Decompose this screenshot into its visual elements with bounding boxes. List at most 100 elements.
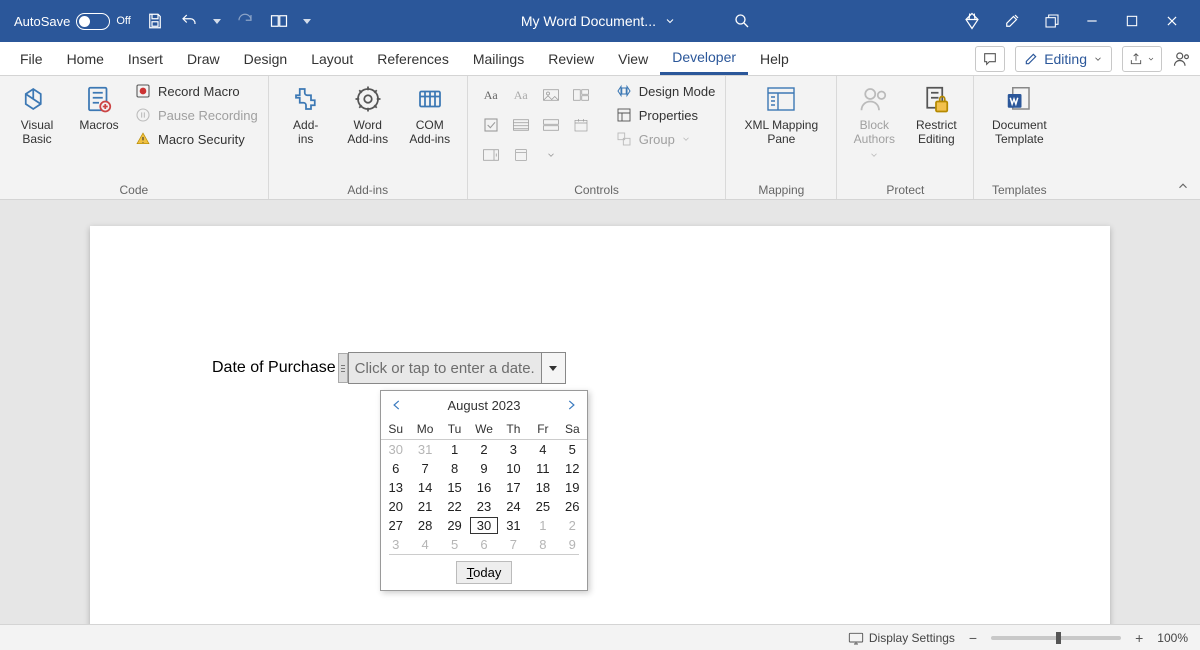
visual-basic-button[interactable]: Visual Basic [10, 80, 64, 147]
redo-icon[interactable] [235, 11, 255, 31]
calendar-day[interactable]: 8 [440, 459, 469, 478]
undo-icon[interactable] [179, 11, 199, 31]
calendar-day[interactable]: 9 [558, 535, 587, 554]
calendar-title[interactable]: August 2023 [447, 398, 520, 413]
calendar-day[interactable]: 6 [381, 459, 410, 478]
calendar-day[interactable]: 7 [410, 459, 439, 478]
save-icon[interactable] [145, 11, 165, 31]
checkbox-cc-icon[interactable] [478, 112, 504, 138]
diamond-icon[interactable] [962, 11, 982, 31]
content-control-handle[interactable] [338, 353, 348, 383]
calendar-day[interactable]: 18 [528, 478, 557, 497]
restore-down-icon[interactable] [1042, 11, 1062, 31]
comments-button[interactable] [975, 46, 1005, 72]
calendar-day[interactable]: 3 [499, 440, 528, 459]
persona-icon[interactable] [1172, 49, 1192, 69]
calendar-day[interactable]: 26 [558, 497, 587, 516]
tab-insert[interactable]: Insert [116, 42, 175, 75]
tab-layout[interactable]: Layout [299, 42, 365, 75]
tab-view[interactable]: View [606, 42, 660, 75]
xml-mapping-pane-button[interactable]: XML Mapping Pane [736, 80, 826, 147]
calendar-day[interactable]: 1 [528, 516, 557, 535]
calendar-day[interactable]: 13 [381, 478, 410, 497]
properties-button[interactable]: Properties [615, 106, 716, 124]
zoom-slider[interactable] [991, 636, 1121, 640]
maximize-icon[interactable] [1122, 11, 1142, 31]
macros-button[interactable]: Macros [72, 80, 126, 133]
zoom-out-button[interactable]: − [969, 630, 977, 646]
repeating-section-cc-icon[interactable] [478, 142, 504, 168]
restrict-editing-button[interactable]: Restrict Editing [909, 80, 963, 147]
calendar-day[interactable]: 22 [440, 497, 469, 516]
calendar-day[interactable]: 9 [469, 459, 498, 478]
calendar-day[interactable]: 4 [410, 535, 439, 554]
tab-mailings[interactable]: Mailings [461, 42, 536, 75]
zoom-level[interactable]: 100% [1157, 631, 1188, 645]
record-macro-button[interactable]: Record Macro [134, 82, 258, 100]
calendar-day[interactable]: 4 [528, 440, 557, 459]
calendar-day[interactable]: 21 [410, 497, 439, 516]
legacy-tools-caret-icon[interactable] [538, 142, 564, 168]
combo-box-cc-icon[interactable] [508, 112, 534, 138]
calendar-day[interactable]: 29 [440, 516, 469, 535]
calendar-day[interactable]: 28 [410, 516, 439, 535]
calendar-day[interactable]: 23 [469, 497, 498, 516]
picture-cc-icon[interactable] [538, 82, 564, 108]
calendar-day[interactable]: 1 [440, 440, 469, 459]
tab-review[interactable]: Review [536, 42, 606, 75]
addins-button[interactable]: Add- ins [279, 80, 333, 147]
quick-access-icon[interactable] [269, 11, 289, 31]
controls-gallery[interactable]: Aa Aa [478, 80, 594, 168]
word-addins-button[interactable]: Word Add-ins [341, 80, 395, 147]
search-icon[interactable] [732, 11, 752, 31]
editing-mode-button[interactable]: Editing [1015, 46, 1112, 72]
calendar-day[interactable]: 25 [528, 497, 557, 516]
building-block-cc-icon[interactable] [568, 82, 594, 108]
dropdown-cc-icon[interactable] [538, 112, 564, 138]
calendar-day[interactable]: 7 [499, 535, 528, 554]
calendar-next-button[interactable] [563, 397, 579, 413]
tab-developer[interactable]: Developer [660, 42, 748, 75]
calendar-today-button[interactable]: Today [456, 561, 513, 584]
calendar-day[interactable]: 5 [558, 440, 587, 459]
document-page[interactable]: Date of Purchase Click or tap to enter a… [90, 226, 1110, 624]
calendar-day[interactable]: 2 [469, 440, 498, 459]
calendar-day[interactable]: 16 [469, 478, 498, 497]
zoom-slider-thumb[interactable] [1056, 632, 1061, 644]
calendar-day[interactable]: 8 [528, 535, 557, 554]
undo-caret-icon[interactable] [213, 19, 221, 24]
calendar-day[interactable]: 24 [499, 497, 528, 516]
plain-text-cc-icon[interactable]: Aa [508, 82, 534, 108]
macro-security-button[interactable]: Macro Security [134, 130, 258, 148]
qat-caret-icon[interactable] [303, 19, 311, 24]
calendar-day[interactable]: 30 [381, 440, 410, 459]
com-addins-button[interactable]: COM Add-ins [403, 80, 457, 147]
calendar-day[interactable]: 14 [410, 478, 439, 497]
calendar-prev-button[interactable] [389, 397, 405, 413]
calendar-day[interactable]: 20 [381, 497, 410, 516]
calendar-day[interactable]: 19 [558, 478, 587, 497]
calendar-day[interactable]: 17 [499, 478, 528, 497]
legacy-tools-icon[interactable] [508, 142, 534, 168]
calendar-day[interactable]: 27 [381, 516, 410, 535]
calendar-day[interactable]: 15 [440, 478, 469, 497]
calendar-day[interactable]: 3 [381, 535, 410, 554]
calendar-day[interactable]: 12 [558, 459, 587, 478]
tab-draw[interactable]: Draw [175, 42, 232, 75]
date-picker-dropdown-button[interactable] [542, 352, 566, 384]
tab-design[interactable]: Design [232, 42, 300, 75]
date-picker-cc-icon[interactable] [568, 112, 594, 138]
tab-references[interactable]: References [365, 42, 461, 75]
calendar-day[interactable]: 6 [469, 535, 498, 554]
calendar-day[interactable]: 2 [558, 516, 587, 535]
zoom-in-button[interactable]: + [1135, 630, 1143, 646]
tab-file[interactable]: File [8, 42, 55, 75]
calendar-day[interactable]: 11 [528, 459, 557, 478]
collapse-ribbon-button[interactable] [1176, 179, 1190, 193]
calendar-day[interactable]: 31 [499, 516, 528, 535]
calendar-day[interactable]: 31 [410, 440, 439, 459]
display-settings-button[interactable]: Display Settings [848, 631, 955, 645]
minimize-icon[interactable] [1082, 11, 1102, 31]
design-mode-button[interactable]: Design Mode [615, 82, 716, 100]
calendar-day[interactable]: 30 [469, 516, 498, 535]
